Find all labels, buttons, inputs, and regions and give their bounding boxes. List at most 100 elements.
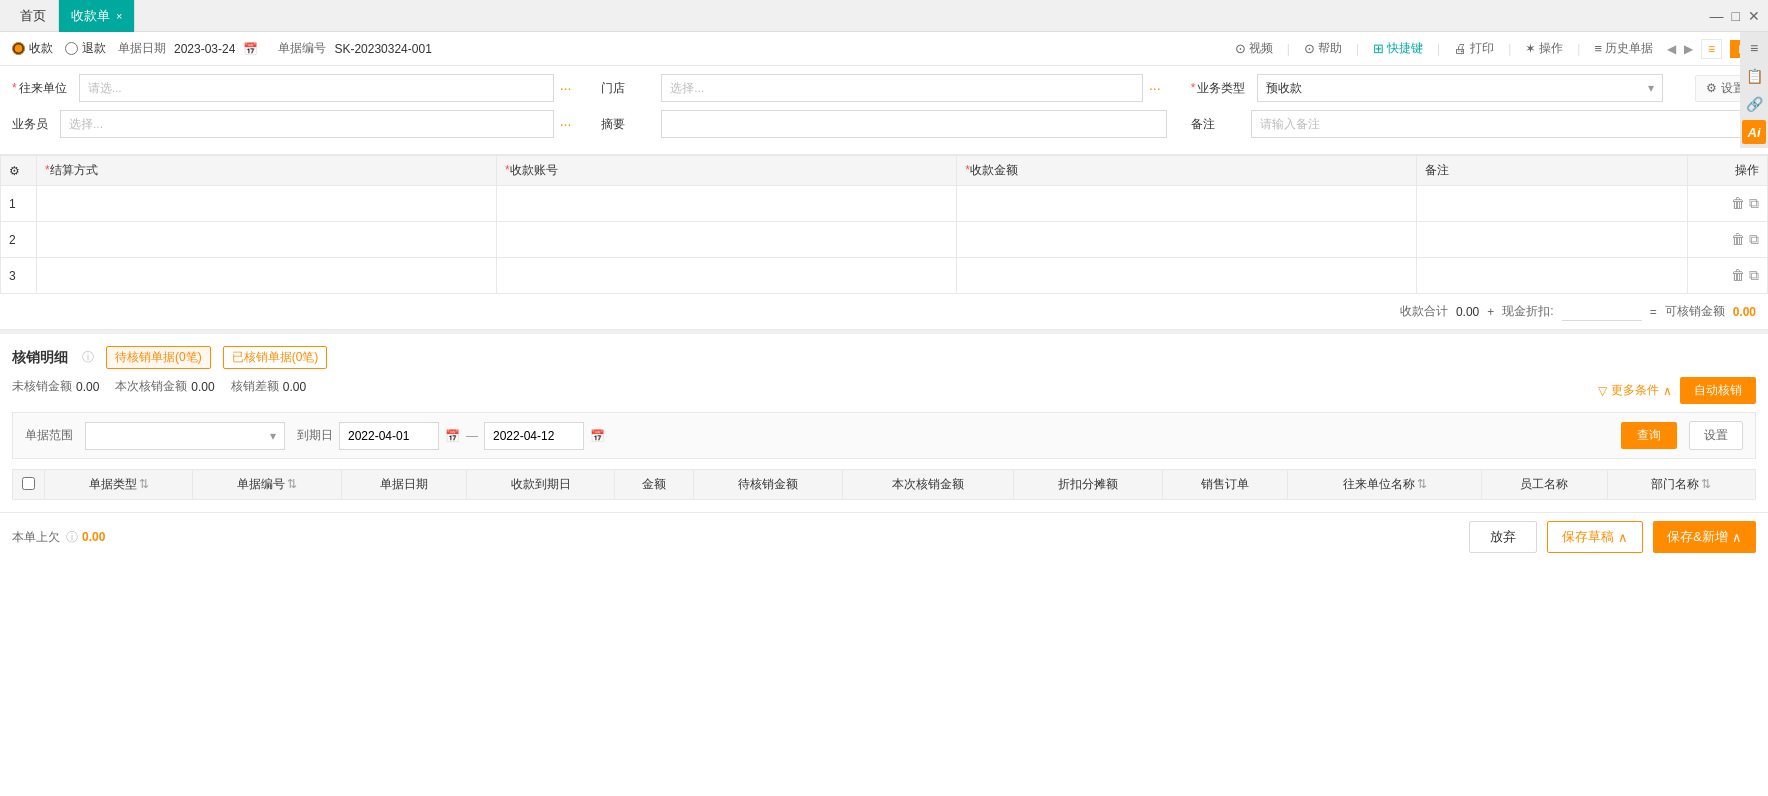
done-tab[interactable]: 已核销单据(0笔) (223, 346, 328, 369)
settlement-cell-3[interactable] (37, 258, 497, 294)
draft-arrow-icon[interactable]: ∧ (1618, 530, 1628, 545)
sales-person-more-icon[interactable]: ··· (554, 116, 578, 132)
amount-cell-1[interactable] (957, 186, 1417, 222)
minimize-icon[interactable]: — (1710, 8, 1724, 24)
sale-order-header: 销售订单 (1162, 470, 1287, 500)
verify-actions: ▽ 更多条件 ∧ 自动核销 (1598, 377, 1756, 404)
maximize-icon[interactable]: □ (1732, 8, 1740, 24)
current-verify-value: 0.00 (191, 380, 214, 394)
copy-row-3-icon[interactable]: ⧉ (1749, 267, 1759, 284)
delete-row-2-icon[interactable]: 🗑 (1731, 231, 1745, 248)
amount-cell-2[interactable] (957, 222, 1417, 258)
verify-sub-row: 未核销金额 0.00 本次核销金额 0.00 核销差额 0.00 ▽ 更多条件 … (12, 377, 1756, 404)
remark-cell-2[interactable] (1417, 222, 1688, 258)
remark-cell-3[interactable] (1417, 258, 1688, 294)
account-cell-2[interactable] (497, 222, 957, 258)
remark-cell-1[interactable] (1417, 186, 1688, 222)
row-num-2: 2 (1, 222, 37, 258)
current-verify-amount: 本次核销金额 0.00 (115, 378, 214, 395)
receipt-table: ⚙ *结算方式 *收款账号 *收款金额 备注 操作 (0, 155, 1768, 294)
form-row-1: * 往来单位 ··· 门店 选择... ··· * 业务类型 预收款 ▾ (12, 74, 1756, 102)
date-from-input[interactable] (339, 422, 439, 450)
panel-grid-btn[interactable]: ≡ (1742, 36, 1766, 60)
close-window-icon[interactable]: ✕ (1748, 8, 1760, 24)
filter-settings-btn[interactable]: 设置 (1689, 421, 1743, 450)
calendar-icon[interactable]: 📅 (243, 42, 258, 56)
receipt-radio[interactable]: 收款 (12, 40, 53, 57)
row-num-3: 3 (1, 258, 37, 294)
nav-prev-icon[interactable]: ◀ (1667, 42, 1676, 56)
doc-num-label: 单据编号 (278, 40, 326, 57)
date-to-cal-icon[interactable]: 📅 (590, 429, 605, 443)
history-btn[interactable]: ≡ 历史单据 (1588, 38, 1659, 59)
store-more-icon[interactable]: ··· (1143, 80, 1167, 96)
account-cell-3[interactable] (497, 258, 957, 294)
tab-home[interactable]: 首页 (8, 0, 59, 32)
verify-info-icon[interactable]: ⓘ (82, 349, 94, 366)
save-arrow-icon[interactable]: ∧ (1732, 530, 1742, 545)
delete-row-1-icon[interactable]: 🗑 (1731, 195, 1745, 212)
doc-range-arrow: ▾ (270, 429, 276, 443)
save-label: 保存&新增 (1667, 528, 1728, 546)
counterparty-input[interactable] (79, 74, 554, 102)
bottom-info-icon[interactable]: ⓘ (66, 529, 78, 546)
more-conditions-btn[interactable]: ▽ 更多条件 ∧ (1598, 382, 1672, 399)
save-btn[interactable]: 保存&新增 ∧ (1653, 521, 1756, 553)
query-btn[interactable]: 查询 (1621, 422, 1677, 449)
pending-amount-header: 待核销金额 (694, 470, 842, 500)
settlement-cell-2[interactable] (37, 222, 497, 258)
right-panel: ≡ 📋 🔗 Ai (1740, 32, 1768, 148)
discount-input[interactable] (1562, 302, 1642, 321)
done-tab-label: 已核销单据(0笔) (232, 349, 319, 366)
remark-input[interactable] (1251, 110, 1756, 138)
biz-type-select[interactable]: 预收款 ▾ (1257, 74, 1663, 102)
close-tab-icon[interactable]: × (116, 10, 122, 22)
due-date-header: 收款到期日 (466, 470, 614, 500)
print-label: 打印 (1470, 40, 1494, 57)
main-content: 收款 退款 单据日期 2023-03-24 📅 单据编号 SK-20230324… (0, 32, 1768, 796)
total-label: 收款合计 (1400, 303, 1448, 320)
panel-link-btn[interactable]: 🔗 (1742, 92, 1766, 116)
nav-next-icon[interactable]: ▶ (1684, 42, 1693, 56)
check-all-header[interactable] (13, 470, 45, 500)
store-select[interactable]: 选择... (661, 74, 1143, 102)
gear-icon[interactable]: ⚙ (9, 164, 20, 178)
verify-amount-header: 本次核销金额 (842, 470, 1013, 500)
amount-cell-3[interactable] (957, 258, 1417, 294)
ops-btn[interactable]: ✶ 操作 (1519, 38, 1569, 59)
help-btn[interactable]: ⊙ 帮助 (1298, 38, 1348, 59)
shortcut-btn[interactable]: ⊞ 快捷键 (1367, 38, 1429, 59)
doc-range-select[interactable]: ▾ (85, 422, 285, 450)
total-value: 0.00 (1456, 305, 1479, 319)
settlement-cell-1[interactable] (37, 186, 497, 222)
summary-input[interactable] (661, 110, 1166, 138)
draft-btn[interactable]: 保存草稿 ∧ (1547, 521, 1643, 553)
panel-doc-btn[interactable]: 📋 (1742, 64, 1766, 88)
verify-title: 核销明细 (12, 349, 68, 367)
copy-row-2-icon[interactable]: ⧉ (1749, 231, 1759, 248)
counterparty-more-icon[interactable]: ··· (554, 80, 578, 96)
refund-radio[interactable]: 退款 (65, 40, 106, 57)
verify-table-container: 单据类型⇅ 单据编号⇅ 单据日期 收款到期日 金额 待核销金额 本次核销金额 折… (12, 469, 1756, 500)
view-toggle-btn[interactable]: ≡ (1701, 39, 1722, 59)
auto-verify-btn[interactable]: 自动核销 (1680, 377, 1756, 404)
sales-person-select[interactable]: 选择... (60, 110, 554, 138)
copy-row-1-icon[interactable]: ⧉ (1749, 195, 1759, 212)
ops-label: 操作 (1539, 40, 1563, 57)
video-btn[interactable]: ⊙ 视频 (1229, 38, 1279, 59)
ops-icon: ✶ (1525, 41, 1536, 56)
chevron-up-icon: ∧ (1663, 384, 1672, 398)
check-all-checkbox[interactable] (22, 477, 35, 490)
date-from-cal-icon[interactable]: 📅 (445, 429, 460, 443)
date-to-input[interactable] (484, 422, 584, 450)
abandon-btn[interactable]: 放弃 (1469, 521, 1537, 553)
delete-row-3-icon[interactable]: 🗑 (1731, 267, 1745, 284)
gear-header[interactable]: ⚙ (1, 156, 37, 186)
tab-receipt[interactable]: 收款单 × (59, 0, 135, 32)
net-value: 0.00 (1733, 305, 1756, 319)
pending-tab[interactable]: 待核销单据(0笔) (106, 346, 211, 369)
account-cell-1[interactable] (497, 186, 957, 222)
print-btn[interactable]: 🖨 打印 (1448, 38, 1500, 59)
panel-ai-btn[interactable]: Ai (1742, 120, 1766, 144)
biz-type-arrow: ▾ (1648, 81, 1654, 95)
